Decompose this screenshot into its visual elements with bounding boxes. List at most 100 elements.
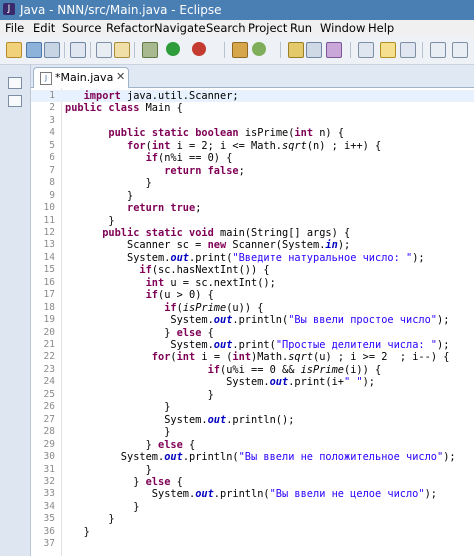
code-line[interactable]: 8 } <box>31 177 474 189</box>
tab-main-java[interactable]: J *Main.java ✕ <box>33 67 129 88</box>
debug-icon[interactable] <box>142 42 158 58</box>
forward-icon[interactable] <box>452 42 468 58</box>
package-explorer-icon[interactable] <box>8 95 22 107</box>
code-line[interactable]: 3 <box>31 115 474 127</box>
code-line[interactable]: 5 for(int i = 2; i <= Math.sqrt(n) ; i++… <box>31 140 474 152</box>
code-line[interactable]: 13 Scanner sc = new Scanner(System.in); <box>31 239 474 251</box>
tab-label: *Main.java <box>55 71 114 84</box>
code-line[interactable]: 4 public static boolean isPrime(int n) { <box>31 127 474 139</box>
code-token: int <box>232 351 252 364</box>
code-token: } <box>65 500 140 513</box>
code-line[interactable]: 37 <box>31 538 474 550</box>
code-line[interactable]: 32 } else { <box>31 476 474 488</box>
code-token: Main { <box>139 102 183 115</box>
menu-search[interactable]: Search <box>206 21 246 35</box>
code-line[interactable]: 20 } else { <box>31 327 474 339</box>
code-line[interactable]: 25 } <box>31 389 474 401</box>
menu-run[interactable]: Run <box>290 21 312 35</box>
code-token: .println( <box>232 314 289 327</box>
close-icon[interactable]: ✕ <box>116 70 125 83</box>
code-text: } <box>65 190 133 202</box>
code-line[interactable]: 27 System.out.println(); <box>31 414 474 426</box>
line-number: 25 <box>43 388 55 400</box>
line-number: 21 <box>43 339 55 350</box>
line-number: 17 <box>43 289 55 301</box>
code-line[interactable]: 26 } <box>31 401 474 413</box>
code-line[interactable]: 12 public static void main(String[] args… <box>31 227 474 239</box>
menu-edit[interactable]: Edit <box>33 21 55 35</box>
code-line[interactable]: 22 for(int i = (int)Math.sqrt(u) ; i >= … <box>31 351 474 363</box>
code-token: out <box>170 251 189 264</box>
code-line[interactable]: 17 if(u > 0) { <box>31 289 474 301</box>
code-token: return <box>127 202 165 215</box>
code-line[interactable]: 10 return true; <box>31 202 474 214</box>
toolbar-separator <box>90 42 91 58</box>
code-line[interactable]: 30 System.out.println("Вы ввели не полож… <box>31 451 474 463</box>
restore-icon[interactable] <box>8 77 22 89</box>
code-line[interactable]: 6 if(n%i == 0) { <box>31 152 474 164</box>
code-token: } <box>65 388 214 401</box>
menu-window[interactable]: Window <box>320 21 365 35</box>
open-task-icon[interactable] <box>114 42 130 58</box>
code-token: "Вы ввели не положительное число" <box>238 451 444 464</box>
code-line[interactable]: 29 } else { <box>31 439 474 451</box>
code-line[interactable]: 16 int u = sc.nextInt(); <box>31 277 474 289</box>
code-token: } <box>65 438 158 451</box>
code-line[interactable]: 14 System.out.print("Введите натуральное… <box>31 252 474 264</box>
run-icon[interactable] <box>166 42 180 56</box>
line-number: 20 <box>43 326 55 338</box>
save-icon[interactable] <box>26 42 42 58</box>
code-token: Scanner sc = <box>65 239 208 252</box>
back-icon[interactable] <box>430 42 446 58</box>
menu-file[interactable]: File <box>5 21 24 35</box>
code-line[interactable]: 11 } <box>31 215 474 227</box>
line-number: 1 <box>49 90 55 101</box>
line-number: 2 <box>49 102 55 114</box>
open-folder-icon[interactable] <box>288 42 304 58</box>
open-type-icon[interactable] <box>96 42 112 58</box>
code-line[interactable]: 33 System.out.println("Вы ввели не целое… <box>31 488 474 500</box>
code-token: ); <box>437 314 450 327</box>
new-icon[interactable] <box>6 42 22 58</box>
menu-refactor[interactable]: Refactor <box>106 21 154 35</box>
code-line[interactable]: 24 System.out.print(i+" "); <box>31 376 474 388</box>
code-token: public <box>65 102 103 115</box>
code-line[interactable]: 18 if(isPrime(u)) { <box>31 302 474 314</box>
search-icon[interactable] <box>306 42 322 58</box>
code-line[interactable]: 36 } <box>31 526 474 538</box>
code-token: System. <box>65 488 196 501</box>
code-editor[interactable]: 1 import java.util.Scanner; 2 public class… <box>31 88 474 556</box>
code-line[interactable]: 35 } <box>31 513 474 525</box>
code-line[interactable]: 31 } <box>31 464 474 476</box>
code-token: import <box>83 90 121 102</box>
code-line[interactable]: 28 } <box>31 426 474 438</box>
save-all-icon[interactable] <box>44 42 60 58</box>
show-whitespace-icon[interactable] <box>400 42 416 58</box>
print-icon[interactable] <box>70 42 86 58</box>
external-tools-icon[interactable] <box>192 42 206 56</box>
code-text: System.out.println("Вы ввели не целое чи… <box>65 488 437 500</box>
menu-navigate[interactable]: Navigate <box>154 21 206 35</box>
line-number: 12 <box>43 226 55 238</box>
code-line[interactable]: 15 if(sc.hasNextInt()) { <box>31 264 474 276</box>
code-line[interactable]: 1 import java.util.Scanner; <box>31 90 474 103</box>
code-token: static <box>151 127 190 140</box>
toggle-mark-occurrences-icon[interactable] <box>358 42 374 58</box>
new-java-class-icon[interactable] <box>252 42 266 56</box>
code-line[interactable]: 21 System.out.print("Простые делители чи… <box>31 339 474 351</box>
code-line[interactable]: 7 return false; <box>31 165 474 177</box>
code-token: true <box>170 202 196 215</box>
marker-icon[interactable] <box>326 42 342 58</box>
menu-help[interactable]: Help <box>368 21 394 35</box>
new-java-project-icon[interactable] <box>232 42 248 58</box>
highlight-icon[interactable] <box>380 42 396 58</box>
menu-project[interactable]: Project <box>248 21 287 35</box>
code-line[interactable]: 34 } <box>31 501 474 513</box>
code-line[interactable]: 23 if(u%i == 0 && isPrime(i)) { <box>31 364 474 376</box>
line-number: 5 <box>49 139 55 151</box>
code-line[interactable]: 9 } <box>31 190 474 202</box>
code-line[interactable]: 2 public class Main { <box>31 102 474 114</box>
code-line[interactable]: 19 System.out.println("Вы ввели простое … <box>31 314 474 326</box>
menu-source[interactable]: Source <box>62 21 102 35</box>
